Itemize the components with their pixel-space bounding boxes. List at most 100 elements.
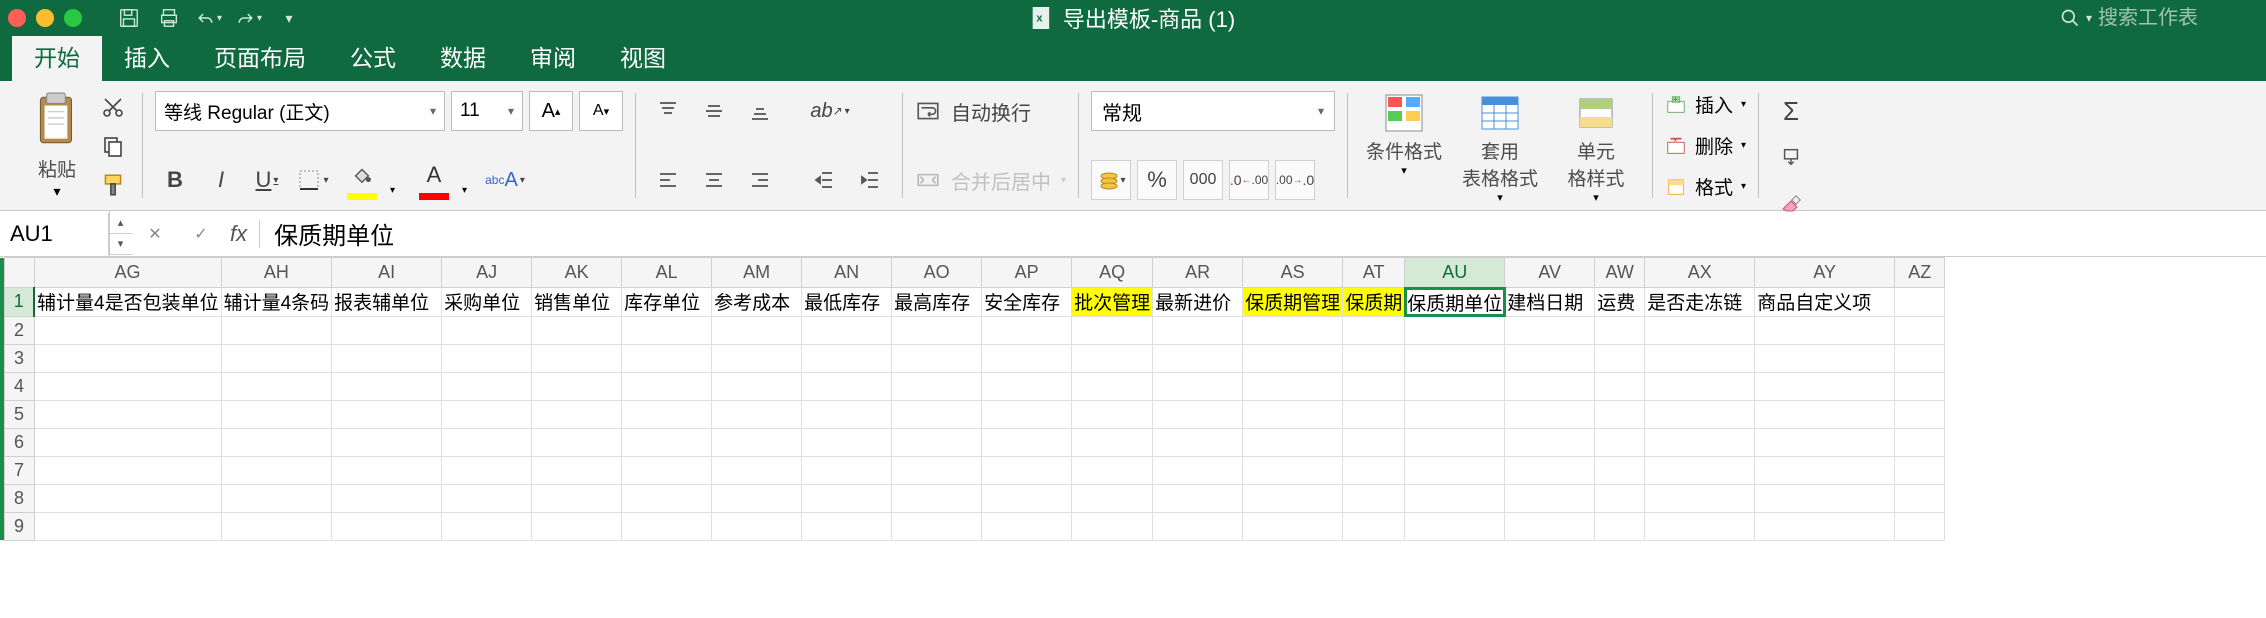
cell[interactable]	[532, 456, 622, 484]
currency-button[interactable]: ▾	[1091, 160, 1131, 200]
cut-button[interactable]	[96, 91, 130, 122]
cell[interactable]: 辅计量4条码	[221, 288, 332, 317]
save-icon[interactable]	[116, 5, 142, 31]
cell[interactable]	[532, 372, 622, 400]
cell[interactable]: 批次管理	[1072, 288, 1153, 317]
cell[interactable]	[1343, 372, 1405, 400]
name-box-stepper[interactable]: ▴▾	[108, 213, 132, 255]
decrease-decimal-button[interactable]: .00→.0	[1275, 160, 1315, 200]
cell[interactable]	[712, 512, 802, 540]
cell[interactable]	[1595, 512, 1645, 540]
cell[interactable]	[982, 428, 1072, 456]
cell[interactable]	[221, 428, 332, 456]
cell[interactable]	[532, 400, 622, 428]
cell[interactable]	[332, 316, 442, 344]
cell[interactable]	[1072, 484, 1153, 512]
cell[interactable]	[332, 456, 442, 484]
cell[interactable]	[1645, 456, 1755, 484]
cell[interactable]	[1343, 428, 1405, 456]
cell[interactable]	[221, 512, 332, 540]
cell[interactable]	[1595, 484, 1645, 512]
cell[interactable]	[622, 372, 712, 400]
print-icon[interactable]	[156, 5, 182, 31]
bold-button[interactable]: B	[155, 160, 195, 200]
format-as-table-button[interactable]: 套用 表格格式 ▾	[1456, 91, 1544, 204]
cancel-formula-button[interactable]: ✕	[132, 224, 178, 244]
column-header[interactable]: AS	[1243, 258, 1343, 288]
cell[interactable]	[622, 400, 712, 428]
cell[interactable]	[622, 484, 712, 512]
cell[interactable]	[1645, 400, 1755, 428]
cell[interactable]	[1153, 484, 1243, 512]
formula-input[interactable]	[266, 220, 2266, 248]
cell[interactable]	[802, 428, 892, 456]
cell[interactable]	[1343, 316, 1405, 344]
column-header[interactable]: AT	[1343, 258, 1405, 288]
tab-data[interactable]: 数据	[418, 31, 508, 81]
row-header[interactable]: 1	[4, 288, 34, 317]
cell[interactable]	[1072, 316, 1153, 344]
cell[interactable]	[221, 400, 332, 428]
fill-button[interactable]	[1771, 137, 1811, 177]
cell[interactable]	[1405, 400, 1505, 428]
cell[interactable]	[221, 344, 332, 372]
cell[interactable]	[1755, 316, 1895, 344]
cell[interactable]	[982, 372, 1072, 400]
fx-icon[interactable]: fx	[230, 221, 247, 247]
cell[interactable]	[1405, 372, 1505, 400]
cell[interactable]	[892, 316, 982, 344]
customize-qat-icon[interactable]: ▾	[276, 5, 302, 31]
cell[interactable]	[1505, 400, 1595, 428]
column-header[interactable]: AI	[332, 258, 442, 288]
column-header[interactable]: AV	[1505, 258, 1595, 288]
wrap-text-button[interactable]: 自动换行	[915, 91, 1066, 131]
cell[interactable]	[1505, 484, 1595, 512]
cell[interactable]	[1895, 400, 1945, 428]
cell[interactable]	[442, 428, 532, 456]
cell[interactable]	[1405, 316, 1505, 344]
cell[interactable]	[982, 316, 1072, 344]
maximize-window-button[interactable]	[64, 9, 82, 27]
cell[interactable]	[892, 512, 982, 540]
undo-icon[interactable]: ▾	[196, 5, 222, 31]
column-header[interactable]: AZ	[1895, 258, 1945, 288]
cell[interactable]	[712, 456, 802, 484]
cell[interactable]	[532, 344, 622, 372]
row-header[interactable]: 5	[4, 400, 34, 428]
cell[interactable]	[1645, 316, 1755, 344]
column-header[interactable]: AQ	[1072, 258, 1153, 288]
cell[interactable]	[1595, 400, 1645, 428]
redo-icon[interactable]: ▾	[236, 5, 262, 31]
cell[interactable]	[221, 484, 332, 512]
cell[interactable]	[1405, 484, 1505, 512]
format-painter-button[interactable]	[96, 169, 130, 200]
cell[interactable]	[1243, 484, 1343, 512]
cell[interactable]: 参考成本	[712, 288, 802, 317]
name-box[interactable]: AU1	[0, 211, 110, 256]
cell[interactable]	[712, 372, 802, 400]
column-header[interactable]: AJ	[442, 258, 532, 288]
cell[interactable]	[1153, 400, 1243, 428]
cell[interactable]	[1505, 316, 1595, 344]
decrease-font-button[interactable]: A▾	[579, 91, 623, 131]
cell[interactable]	[1505, 344, 1595, 372]
cell[interactable]	[1343, 456, 1405, 484]
phonetic-guide-button[interactable]: abcA▾	[485, 160, 525, 200]
tab-formulas[interactable]: 公式	[328, 31, 418, 81]
cell[interactable]	[1405, 512, 1505, 540]
cell[interactable]	[892, 344, 982, 372]
cell[interactable]	[1072, 456, 1153, 484]
cell[interactable]	[982, 344, 1072, 372]
search-input[interactable]	[2098, 7, 2258, 30]
cell[interactable]	[1755, 512, 1895, 540]
cell[interactable]	[1072, 372, 1153, 400]
cell[interactable]	[1072, 428, 1153, 456]
row-header[interactable]: 4	[4, 372, 34, 400]
cell[interactable]	[532, 512, 622, 540]
format-cells-button[interactable]: 格式▾	[1665, 173, 1746, 200]
cell[interactable]: 安全库存	[982, 288, 1072, 317]
cell[interactable]	[34, 484, 221, 512]
row-header[interactable]: 6	[4, 428, 34, 456]
cell[interactable]	[442, 344, 532, 372]
fill-color-button[interactable]: ▾	[339, 160, 385, 200]
